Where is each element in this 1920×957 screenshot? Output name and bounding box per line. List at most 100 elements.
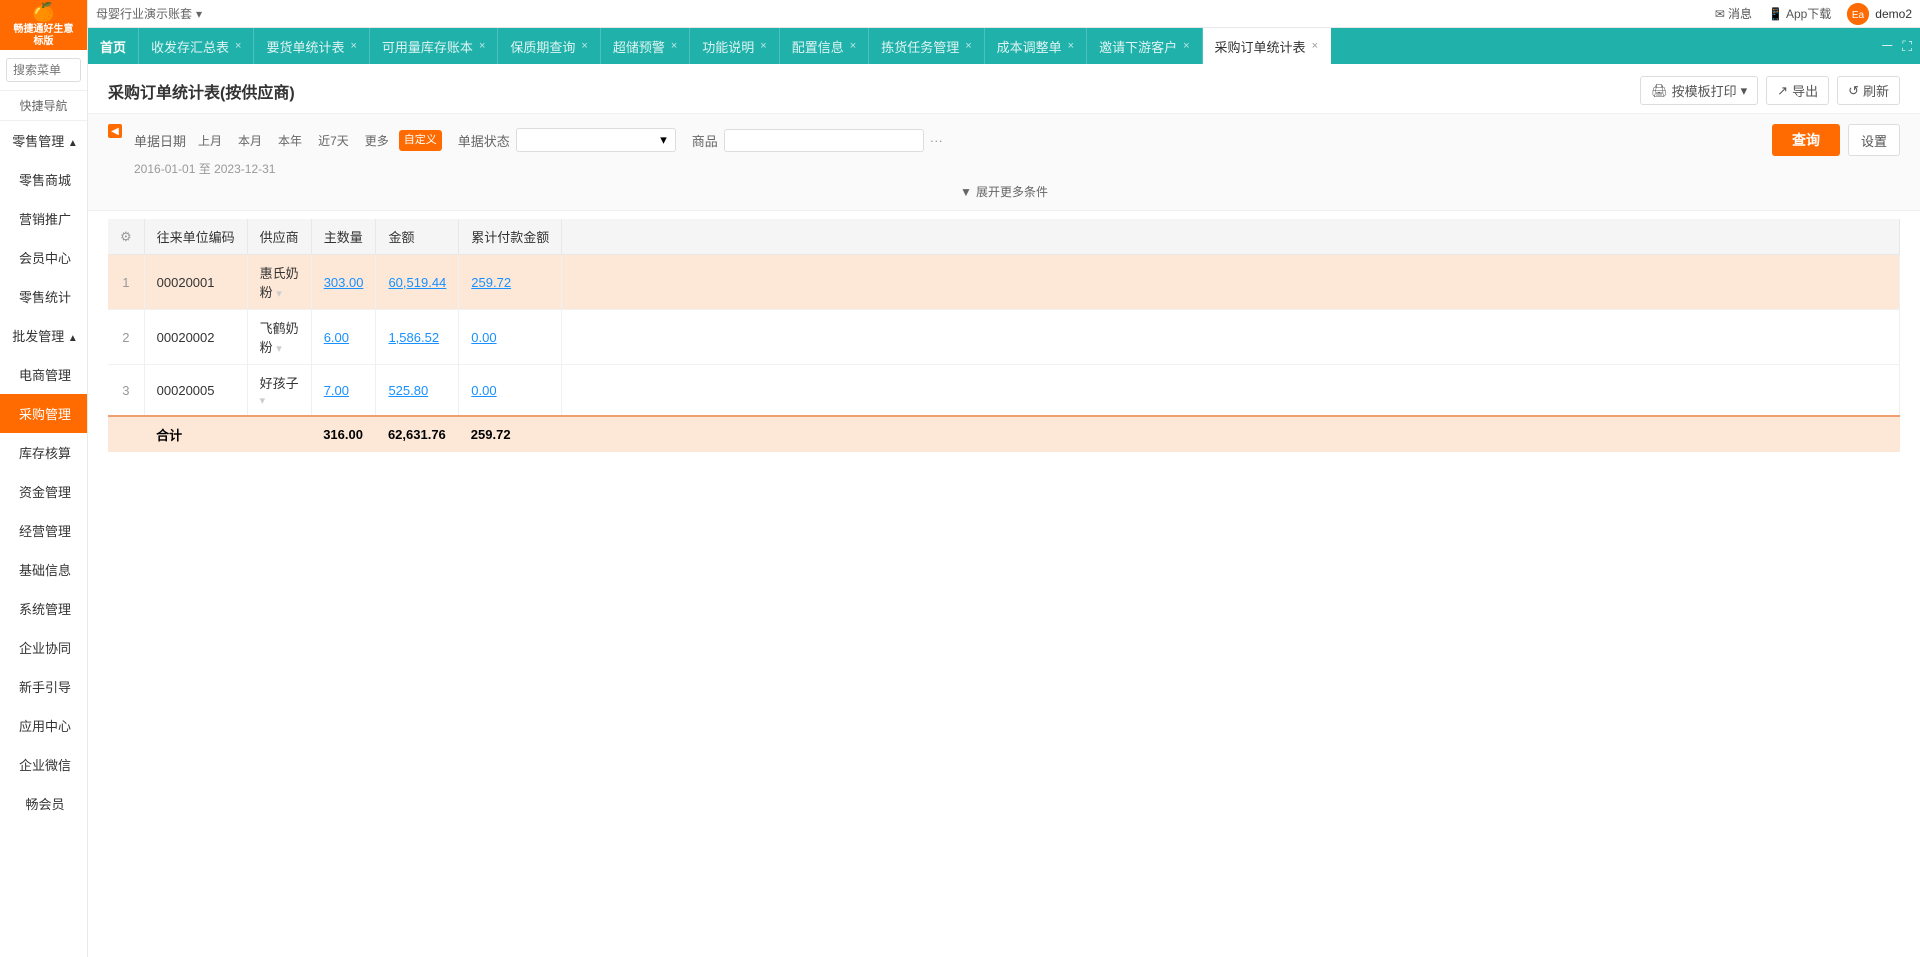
row-amount[interactable]: 525.80 bbox=[376, 365, 459, 417]
workspace-name: 母婴行业演示账套 bbox=[96, 5, 192, 22]
sidebar-item-marketing[interactable]: 营销推广 bbox=[0, 199, 87, 238]
topbar-msg[interactable]: ✉ 消息 bbox=[1715, 5, 1752, 22]
tab-shoufaxhz[interactable]: 收发存汇总表 × bbox=[139, 28, 254, 64]
tab-keyongkc-label: 可用量库存账本 bbox=[382, 37, 473, 56]
tab-yaoqing-label: 邀请下游客户 bbox=[1099, 37, 1177, 56]
tab-pihuo[interactable]: 拣货任务管理 × bbox=[869, 28, 984, 64]
sidebar-item-vip[interactable]: 畅会员 bbox=[0, 784, 87, 823]
username-label[interactable]: demo2 bbox=[1875, 7, 1912, 21]
filter-collapse-btn[interactable]: ◀ bbox=[108, 124, 122, 138]
btn-refresh[interactable]: ↺ 刷新 bbox=[1837, 76, 1900, 105]
sidebar-search-input[interactable] bbox=[6, 58, 81, 82]
tab-shoufaxhz-close[interactable]: × bbox=[235, 40, 241, 52]
tab-keyongkc-close[interactable]: × bbox=[479, 40, 485, 52]
row-amount[interactable]: 1,586.52 bbox=[376, 310, 459, 365]
filter-status: 单据状态 ▾ bbox=[458, 128, 676, 152]
tab-caigou[interactable]: 采购订单统计表 × bbox=[1203, 28, 1331, 64]
row-code: 00020001 bbox=[144, 255, 247, 310]
btn-query[interactable]: 查询 bbox=[1772, 124, 1840, 156]
table-row[interactable]: 1 00020001 惠氏奶粉 ▾ 303.00 60,519.44 259.7… bbox=[108, 255, 1900, 310]
tab-yaohuodntj-close[interactable]: × bbox=[350, 40, 356, 52]
goods-input[interactable] bbox=[724, 129, 924, 152]
btn-export[interactable]: ↗ 导出 bbox=[1766, 76, 1829, 105]
shortcut-this-month[interactable]: 本月 bbox=[232, 130, 268, 151]
topbar-workspace: 母婴行业演示账套 ▾ bbox=[96, 5, 1715, 22]
row-paid[interactable]: 0.00 bbox=[459, 365, 562, 417]
tab-yaohuodntj[interactable]: 要货单统计表 × bbox=[254, 28, 369, 64]
sidebar-item-batch[interactable]: 批发管理 ▲ bbox=[0, 316, 87, 355]
topbar-user: Ea demo2 bbox=[1847, 3, 1912, 25]
tab-pihuo-close[interactable]: × bbox=[965, 40, 971, 52]
col-gear[interactable]: ⚙ bbox=[108, 219, 144, 255]
date-from: 2016-01-01 bbox=[134, 162, 195, 176]
tab-keyongkc[interactable]: 可用量库存账本 × bbox=[370, 28, 498, 64]
btn-settings[interactable]: 设置 bbox=[1848, 124, 1900, 156]
tab-home[interactable]: 首页 bbox=[88, 28, 139, 64]
sidebar-quick-nav[interactable]: 快捷导航 bbox=[0, 91, 87, 121]
app-icon: 📱 bbox=[1768, 7, 1783, 21]
sidebar-item-wechat[interactable]: 企业微信 bbox=[0, 745, 87, 784]
tab-chaochu-close[interactable]: × bbox=[671, 40, 677, 52]
sidebar-item-basic[interactable]: 基础信息 bbox=[0, 550, 87, 589]
sidebar-item-retail[interactable]: 零售管理 ▲ bbox=[0, 121, 87, 160]
row-paid[interactable]: 0.00 bbox=[459, 310, 562, 365]
row-amount[interactable]: 60,519.44 bbox=[376, 255, 459, 310]
shortcut-more[interactable]: 更多 bbox=[359, 130, 395, 151]
msg-label: 消息 bbox=[1728, 5, 1752, 22]
status-select[interactable]: ▾ bbox=[516, 128, 676, 152]
filter-area: ◀ 单据日期 上月 本月 本年 近7天 更多 自定义 bbox=[88, 114, 1920, 211]
tab-yaoqing[interactable]: 邀请下游客户 × bbox=[1087, 28, 1202, 64]
sidebar-item-newbie[interactable]: 新手引导 bbox=[0, 667, 87, 706]
topbar-app[interactable]: 📱 App下载 bbox=[1768, 5, 1831, 22]
tab-peizhi[interactable]: 配置信息 × bbox=[780, 28, 869, 64]
workspace-dropdown-icon[interactable]: ▾ bbox=[196, 7, 202, 21]
sidebar-item-purchase[interactable]: 采购管理 bbox=[0, 394, 87, 433]
sidebar-item-capital[interactable]: 资金管理 bbox=[0, 472, 87, 511]
sidebar-item-retail-shop[interactable]: 零售商城 bbox=[0, 160, 87, 199]
tab-action-minimize[interactable]: － bbox=[1880, 36, 1894, 56]
tab-chaochu[interactable]: 超储预警 × bbox=[601, 28, 690, 64]
table-header-row: ⚙ 往来单位编码 供应商 主数量 金额 累计付款金额 bbox=[108, 219, 1900, 255]
tab-action-maximize[interactable]: ⛶ bbox=[1902, 38, 1912, 55]
shortcut-last-month[interactable]: 上月 bbox=[192, 130, 228, 151]
tab-caigou-close[interactable]: × bbox=[1312, 40, 1318, 52]
table-row[interactable]: 3 00020005 好孩子 ▾ 7.00 525.80 0.00 bbox=[108, 365, 1900, 417]
footer-amount: 62,631.76 bbox=[376, 416, 459, 452]
sidebar-item-ecom[interactable]: 电商管理 bbox=[0, 355, 87, 394]
tab-yaoqing-close[interactable]: × bbox=[1183, 40, 1189, 52]
btn-print[interactable]: 🖨 按模板打印 ▾ bbox=[1640, 76, 1758, 105]
sidebar-item-inventory[interactable]: 库存核算 bbox=[0, 433, 87, 472]
shortcut-this-year[interactable]: 本年 bbox=[272, 130, 308, 151]
sidebar-item-retail-stat[interactable]: 零售统计 bbox=[0, 277, 87, 316]
custom-tag: 自定义 bbox=[399, 130, 442, 151]
row-qty[interactable]: 7.00 bbox=[311, 365, 376, 417]
tab-pihuo-label: 拣货任务管理 bbox=[881, 37, 959, 56]
row-qty[interactable]: 303.00 bbox=[311, 255, 376, 310]
tab-shoufaxhz-label: 收发存汇总表 bbox=[151, 37, 229, 56]
tab-chengben-close[interactable]: × bbox=[1068, 40, 1074, 52]
sidebar-item-ops[interactable]: 经营管理 bbox=[0, 511, 87, 550]
filter-goods: 商品 ··· bbox=[692, 129, 943, 152]
expand-icon: ▼ bbox=[960, 185, 972, 199]
expand-more-btn[interactable]: ▼ 展开更多条件 bbox=[960, 183, 1048, 200]
sidebar-item-appstore[interactable]: 应用中心 bbox=[0, 706, 87, 745]
row-qty[interactable]: 6.00 bbox=[311, 310, 376, 365]
tab-peizhi-close[interactable]: × bbox=[850, 40, 856, 52]
sidebar-menu: 零售管理 ▲ 零售商城 营销推广 会员中心 零售统计 批发管理 ▲ 电商管理 采… bbox=[0, 121, 87, 957]
sidebar-item-member[interactable]: 会员中心 bbox=[0, 238, 87, 277]
sidebar-item-system[interactable]: 系统管理 bbox=[0, 589, 87, 628]
page-title: 采购订单统计表(按供应商) bbox=[108, 79, 295, 103]
tab-baozhi[interactable]: 保质期查询 × bbox=[498, 28, 600, 64]
row-paid[interactable]: 259.72 bbox=[459, 255, 562, 310]
footer-paid: 259.72 bbox=[459, 416, 562, 452]
goods-more-icon[interactable]: ··· bbox=[930, 133, 943, 148]
sidebar-item-collab[interactable]: 企业协同 bbox=[0, 628, 87, 667]
table-row[interactable]: 2 00020002 飞鹤奶粉 ▾ 6.00 1,586.52 0.00 bbox=[108, 310, 1900, 365]
tab-gongneng-close[interactable]: × bbox=[760, 40, 766, 52]
logo-line1: 畅捷通好生意 bbox=[14, 24, 74, 36]
tab-gongneng[interactable]: 功能说明 × bbox=[690, 28, 779, 64]
tab-chengben[interactable]: 成本调整单 × bbox=[985, 28, 1087, 64]
tab-baozhi-close[interactable]: × bbox=[581, 40, 587, 52]
shortcut-7days[interactable]: 近7天 bbox=[312, 130, 355, 151]
date-shortcuts: 上月 本月 本年 近7天 更多 自定义 bbox=[192, 130, 442, 151]
